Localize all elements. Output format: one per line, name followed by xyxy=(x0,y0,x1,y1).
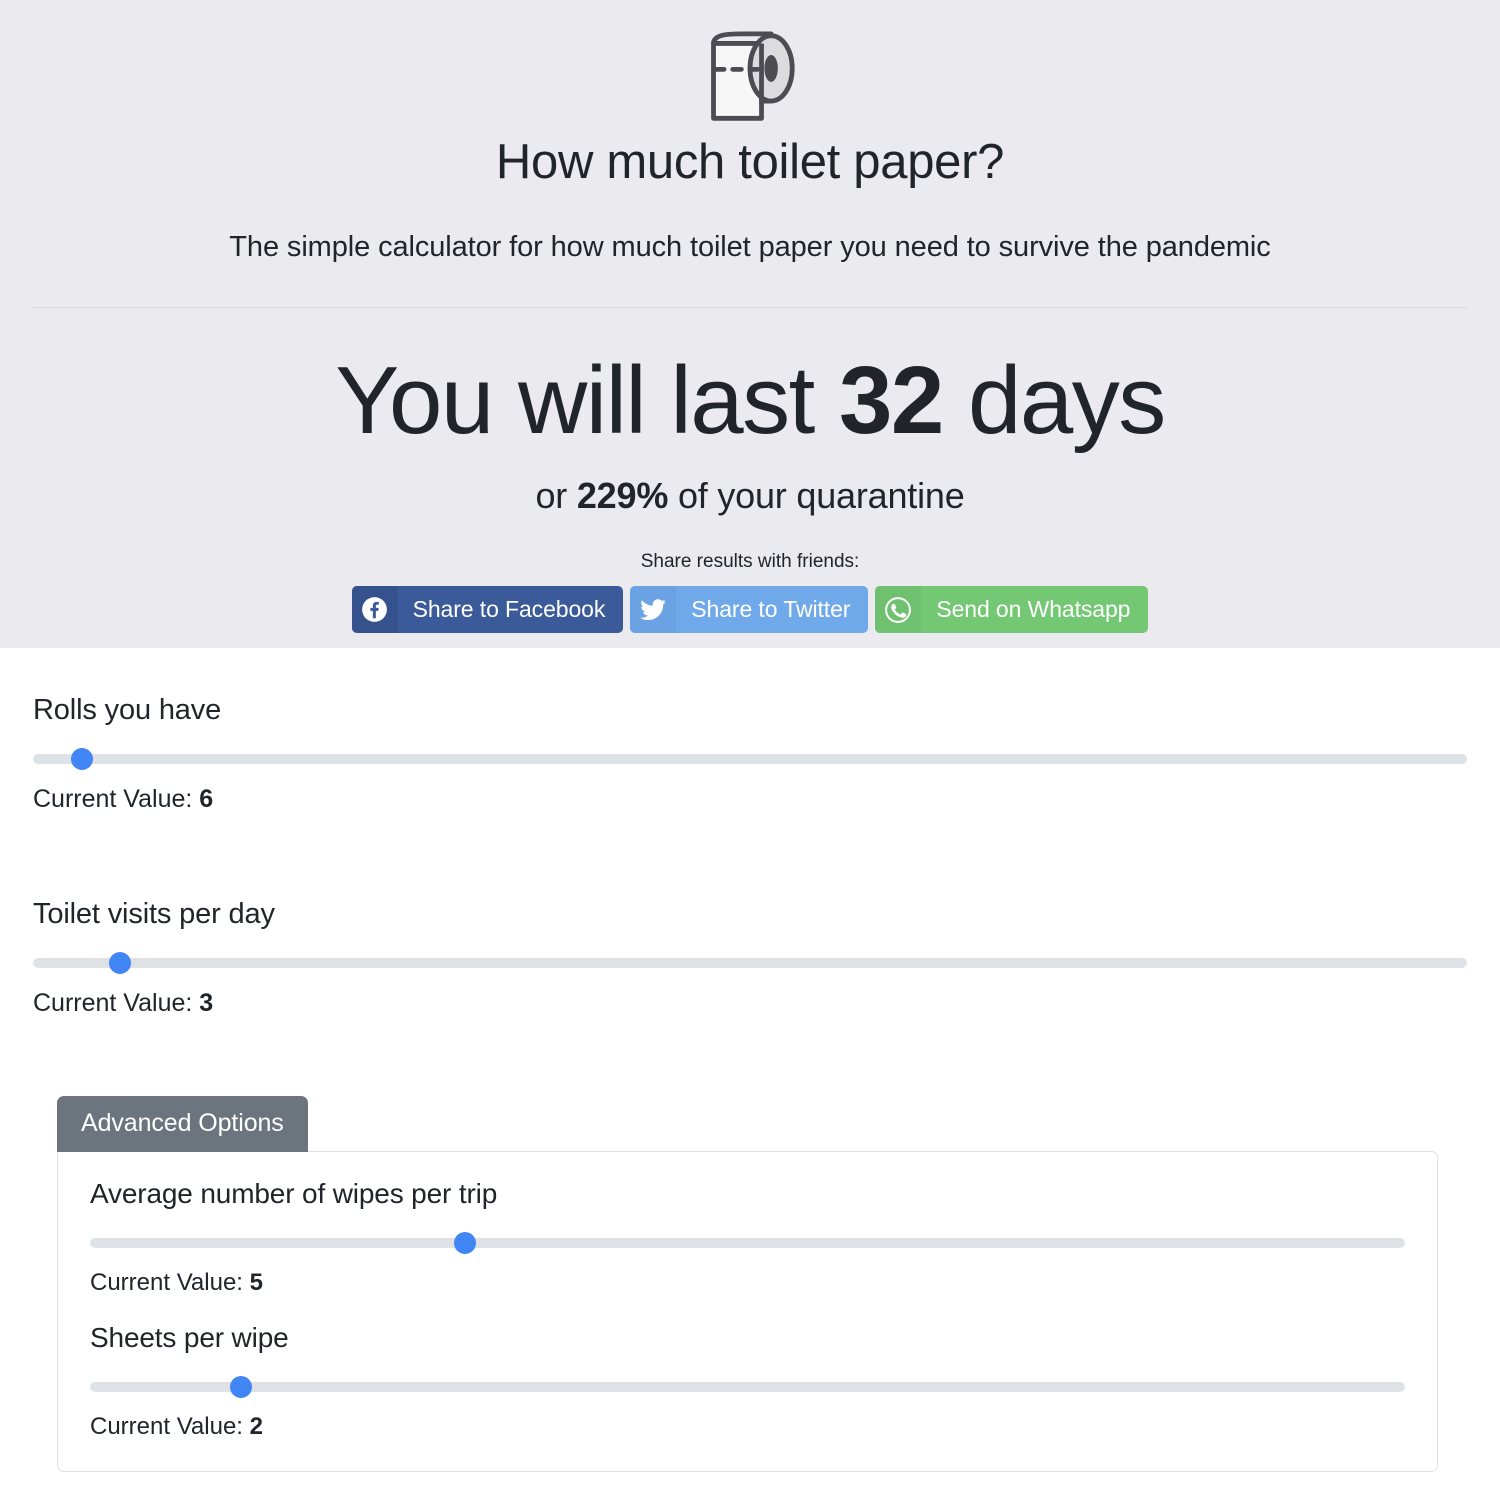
wipes-per-trip-value: Current Value: 5 xyxy=(90,1269,1405,1297)
result-suffix: days xyxy=(942,347,1166,455)
current-value-label: Current Value: xyxy=(33,785,200,813)
toilet-visits-per-day-label: Toilet visits per day xyxy=(33,898,275,930)
current-value-number: 6 xyxy=(199,785,214,813)
field-wipes-per-trip: Average number of wipes per trip Current… xyxy=(90,1178,1405,1297)
current-value-label: Current Value: xyxy=(33,989,200,1017)
result-headline: You will last 32 days xyxy=(33,349,1467,453)
rolls-you-have-label: Rolls you have xyxy=(33,694,222,726)
sheets-per-wipe-label: Sheets per wipe xyxy=(90,1322,289,1353)
slider-thumb[interactable] xyxy=(70,748,93,770)
result-sub-suffix: of your quarantine xyxy=(668,475,965,517)
share-results-label: Share results with friends: xyxy=(640,551,860,573)
result-sub-prefix: or xyxy=(535,475,577,517)
share-to-facebook-button[interactable]: Share to Facebook xyxy=(351,586,624,634)
current-value-number: 5 xyxy=(249,1269,263,1296)
page-subtitle: The simple calculator for how much toile… xyxy=(229,231,1271,264)
result-days-value: 32 xyxy=(838,347,944,455)
hero-header: How much toilet paper? The simple calcul… xyxy=(0,0,1500,648)
facebook-icon xyxy=(351,586,398,634)
whatsapp-icon xyxy=(875,586,922,634)
header-divider xyxy=(33,307,1467,309)
slider-track[interactable] xyxy=(90,1382,1405,1392)
current-value-label: Current Value: xyxy=(90,1269,250,1296)
field-sheets-per-wipe: Sheets per wipe Current Value: 2 xyxy=(90,1322,1405,1441)
rolls-you-have-slider[interactable] xyxy=(33,748,1467,770)
sheets-per-wipe-value: Current Value: 2 xyxy=(90,1413,1405,1441)
slider-track[interactable] xyxy=(33,958,1467,968)
slider-thumb[interactable] xyxy=(230,1376,253,1398)
result-percent-value: 229% xyxy=(576,475,669,517)
toilet-visits-per-day-slider[interactable] xyxy=(33,952,1467,974)
field-toilet-visits-per-day: Toilet visits per day Current Value: 3 xyxy=(33,898,1467,1018)
wipes-per-trip-label: Average number of wipes per trip xyxy=(90,1178,498,1209)
send-on-whatsapp-button[interactable]: Send on Whatsapp xyxy=(875,586,1149,634)
rolls-you-have-value: Current Value: 6 xyxy=(33,785,1467,814)
share-to-facebook-label: Share to Facebook xyxy=(412,596,606,623)
current-value-label: Current Value: xyxy=(90,1413,250,1440)
share-to-twitter-label: Share to Twitter xyxy=(691,596,851,623)
slider-thumb[interactable] xyxy=(109,952,132,974)
current-value-number: 3 xyxy=(199,989,214,1017)
sheets-per-wipe-slider[interactable] xyxy=(90,1376,1405,1398)
result-subline: or 229% of your quarantine xyxy=(33,475,1467,517)
toilet-paper-roll-icon xyxy=(711,31,795,121)
wipes-per-trip-slider[interactable] xyxy=(90,1232,1405,1254)
advanced-options-section: Advanced Options Average number of wipes… xyxy=(33,1096,1467,1472)
share-to-twitter-button[interactable]: Share to Twitter xyxy=(630,586,869,634)
page-title: How much toilet paper? xyxy=(495,135,1005,189)
send-on-whatsapp-label: Send on Whatsapp xyxy=(936,596,1131,623)
advanced-options-panel: Average number of wipes per trip Current… xyxy=(57,1151,1438,1472)
field-rolls-you-have: Rolls you have Current Value: 6 xyxy=(33,694,1467,814)
toilet-visits-per-day-value: Current Value: 3 xyxy=(33,989,1467,1018)
calculator-body: Rolls you have Current Value: 6 Toilet v… xyxy=(0,648,1500,1472)
share-buttons-row: Share to Facebook Share to Twitter Send … xyxy=(33,586,1467,634)
twitter-icon xyxy=(630,586,677,634)
tab-advanced-options[interactable]: Advanced Options xyxy=(57,1096,308,1152)
slider-thumb[interactable] xyxy=(453,1232,476,1254)
slider-track[interactable] xyxy=(33,754,1467,764)
current-value-number: 2 xyxy=(249,1413,263,1440)
result-prefix: You will last xyxy=(335,347,839,455)
slider-track[interactable] xyxy=(90,1238,1405,1248)
